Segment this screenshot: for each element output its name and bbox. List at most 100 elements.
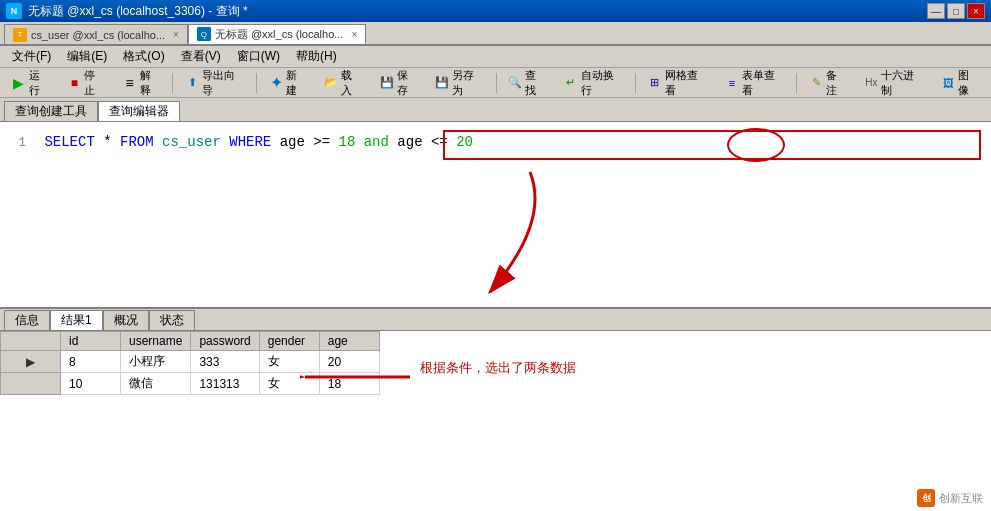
cell-id-1: 8 (61, 351, 121, 373)
toolbar-sep-5 (796, 73, 797, 93)
autowrap-icon: ↵ (563, 75, 579, 91)
sql-star: * (95, 134, 120, 150)
menu-bar: 文件(F) 编辑(E) 格式(O) 查看(V) 窗口(W) 帮助(H) (0, 46, 991, 68)
load-button[interactable]: 📂 载入 (317, 71, 370, 95)
cell-gender-1: 女 (259, 351, 319, 373)
note-button[interactable]: ✎ 备注 (801, 71, 854, 95)
save-icon: 💾 (379, 75, 395, 91)
autowrap-button[interactable]: ↵ 自动换行 (556, 71, 631, 95)
sql-space1 (154, 134, 162, 150)
menu-edit[interactable]: 编辑(E) (59, 46, 115, 67)
sql-num-20: 20 (456, 134, 473, 150)
table-row[interactable]: ▶ 8 小程序 333 女 20 (1, 351, 380, 373)
col-header-username: username (121, 332, 191, 351)
row-indicator-2 (1, 373, 61, 395)
window-title: 无标题 @xxl_cs (localhost_3306) - 查询 * (28, 3, 927, 20)
toolbar-sep-3 (496, 73, 497, 93)
cell-password-1: 333 (191, 351, 259, 373)
sub-tab-bar: 查询创建工具 查询编辑器 (0, 98, 991, 122)
sql-and-kw: and (364, 134, 389, 150)
results-table: id username password gender age ▶ 8 小程序 … (0, 331, 380, 395)
results-tab-status[interactable]: 状态 (149, 310, 195, 330)
search-icon: 🔍 (508, 75, 524, 91)
window-tab-untitled[interactable]: Q 无标题 @xxl_cs (localho... × (188, 24, 366, 44)
tab-query-editor[interactable]: 查询编辑器 (98, 101, 180, 121)
close-button[interactable]: × (967, 3, 985, 19)
sql-num-18: 18 (339, 134, 356, 150)
tab-query-builder[interactable]: 查询创建工具 (4, 101, 98, 121)
toolbar-sep-1 (172, 73, 173, 93)
sql-age1: age >= (271, 134, 338, 150)
tab-close-untitled[interactable]: × (351, 29, 357, 40)
results-tab-result1[interactable]: 结果1 (50, 310, 103, 330)
col-header-gender: gender (259, 332, 319, 351)
watermark-text: 创新互联 (939, 491, 983, 506)
image-button[interactable]: 🖼 图像 (934, 71, 987, 95)
stop-icon: ■ (66, 75, 82, 91)
minimize-button[interactable]: — (927, 3, 945, 19)
sql-age2: age <= (389, 134, 456, 150)
tab-icon-untitled: Q (197, 27, 211, 41)
hex-button[interactable]: Hx 十六进制 (857, 71, 932, 95)
menu-file[interactable]: 文件(F) (4, 46, 59, 67)
cell-id-2: 10 (61, 373, 121, 395)
annotation-text: 根据条件，选出了两条数据 (420, 359, 576, 377)
window-tab-bar: T cs_user @xxl_cs (localho... × Q 无标题 @x… (0, 22, 991, 46)
menu-format[interactable]: 格式(O) (115, 46, 172, 67)
form-icon: ≡ (724, 75, 740, 91)
explain-icon: ≡ (122, 75, 138, 91)
sql-space2 (221, 134, 229, 150)
saveas-button[interactable]: 💾 另存为 (427, 71, 491, 95)
title-bar: N 无标题 @xxl_cs (localhost_3306) - 查询 * — … (0, 0, 991, 22)
load-icon: 📂 (324, 75, 340, 91)
cell-age-2: 18 (319, 373, 379, 395)
grid-icon: ⊞ (647, 75, 663, 91)
toolbar-sep-2 (256, 73, 257, 93)
image-icon: 🖼 (941, 75, 957, 91)
annotation-arrow (410, 162, 610, 302)
col-header-age: age (319, 332, 379, 351)
explain-button[interactable]: ≡ 解释 (115, 71, 168, 95)
tab-icon-cs-user: T (13, 28, 27, 42)
new-icon: ✦ (268, 75, 284, 91)
new-button[interactable]: ✦ 新建 (261, 71, 314, 95)
watermark-icon: 创 (917, 489, 935, 507)
sql-select: SELECT (36, 134, 95, 150)
app-icon: N (6, 3, 22, 19)
sql-space3 (355, 134, 363, 150)
cell-gender-2: 女 (259, 373, 319, 395)
menu-help[interactable]: 帮助(H) (288, 46, 345, 67)
tab-close-cs-user[interactable]: × (173, 29, 179, 40)
watermark: 创 创新互联 (917, 489, 983, 507)
sql-editor[interactable]: 1 SELECT * FROM cs_user WHERE age >= 18 … (0, 122, 991, 307)
form-view-button[interactable]: ≡ 表单查看 (717, 71, 792, 95)
table-row[interactable]: 10 微信 131313 女 18 (1, 373, 380, 395)
run-icon: ▶ (11, 75, 27, 91)
maximize-button[interactable]: □ (947, 3, 965, 19)
results-tab-overview[interactable]: 概况 (103, 310, 149, 330)
col-header-id: id (61, 332, 121, 351)
menu-view[interactable]: 查看(V) (173, 46, 229, 67)
note-icon: ✎ (808, 75, 824, 91)
row-indicator-1: ▶ (1, 351, 61, 373)
run-button[interactable]: ▶ 运行 (4, 71, 57, 95)
export-wizard-button[interactable]: ⬆ 导出向导 (177, 71, 252, 95)
find-button[interactable]: 🔍 查找 (501, 71, 554, 95)
menu-window[interactable]: 窗口(W) (229, 46, 288, 67)
cell-username-2: 微信 (121, 373, 191, 395)
cell-password-2: 131313 (191, 373, 259, 395)
window-tab-cs-user[interactable]: T cs_user @xxl_cs (localho... × (4, 24, 188, 44)
save-button[interactable]: 💾 保存 (372, 71, 425, 95)
toolbar-sep-4 (635, 73, 636, 93)
export-icon: ⬆ (184, 75, 200, 91)
hex-icon: Hx (864, 75, 880, 91)
toolbar: ▶ 运行 ■ 停止 ≡ 解释 ⬆ 导出向导 ✦ 新建 📂 载入 💾 保存 (0, 68, 991, 98)
results-tab-bar: 信息 结果1 概况 状态 (0, 307, 991, 331)
sql-where-kw: WHERE (229, 134, 271, 150)
col-header-indicator (1, 332, 61, 351)
cell-username-1: 小程序 (121, 351, 191, 373)
results-tab-info[interactable]: 信息 (4, 310, 50, 330)
sql-line-1: 1 SELECT * FROM cs_user WHERE age >= 18 … (6, 128, 985, 156)
stop-button[interactable]: ■ 停止 (59, 71, 112, 95)
grid-view-button[interactable]: ⊞ 网格查看 (640, 71, 715, 95)
